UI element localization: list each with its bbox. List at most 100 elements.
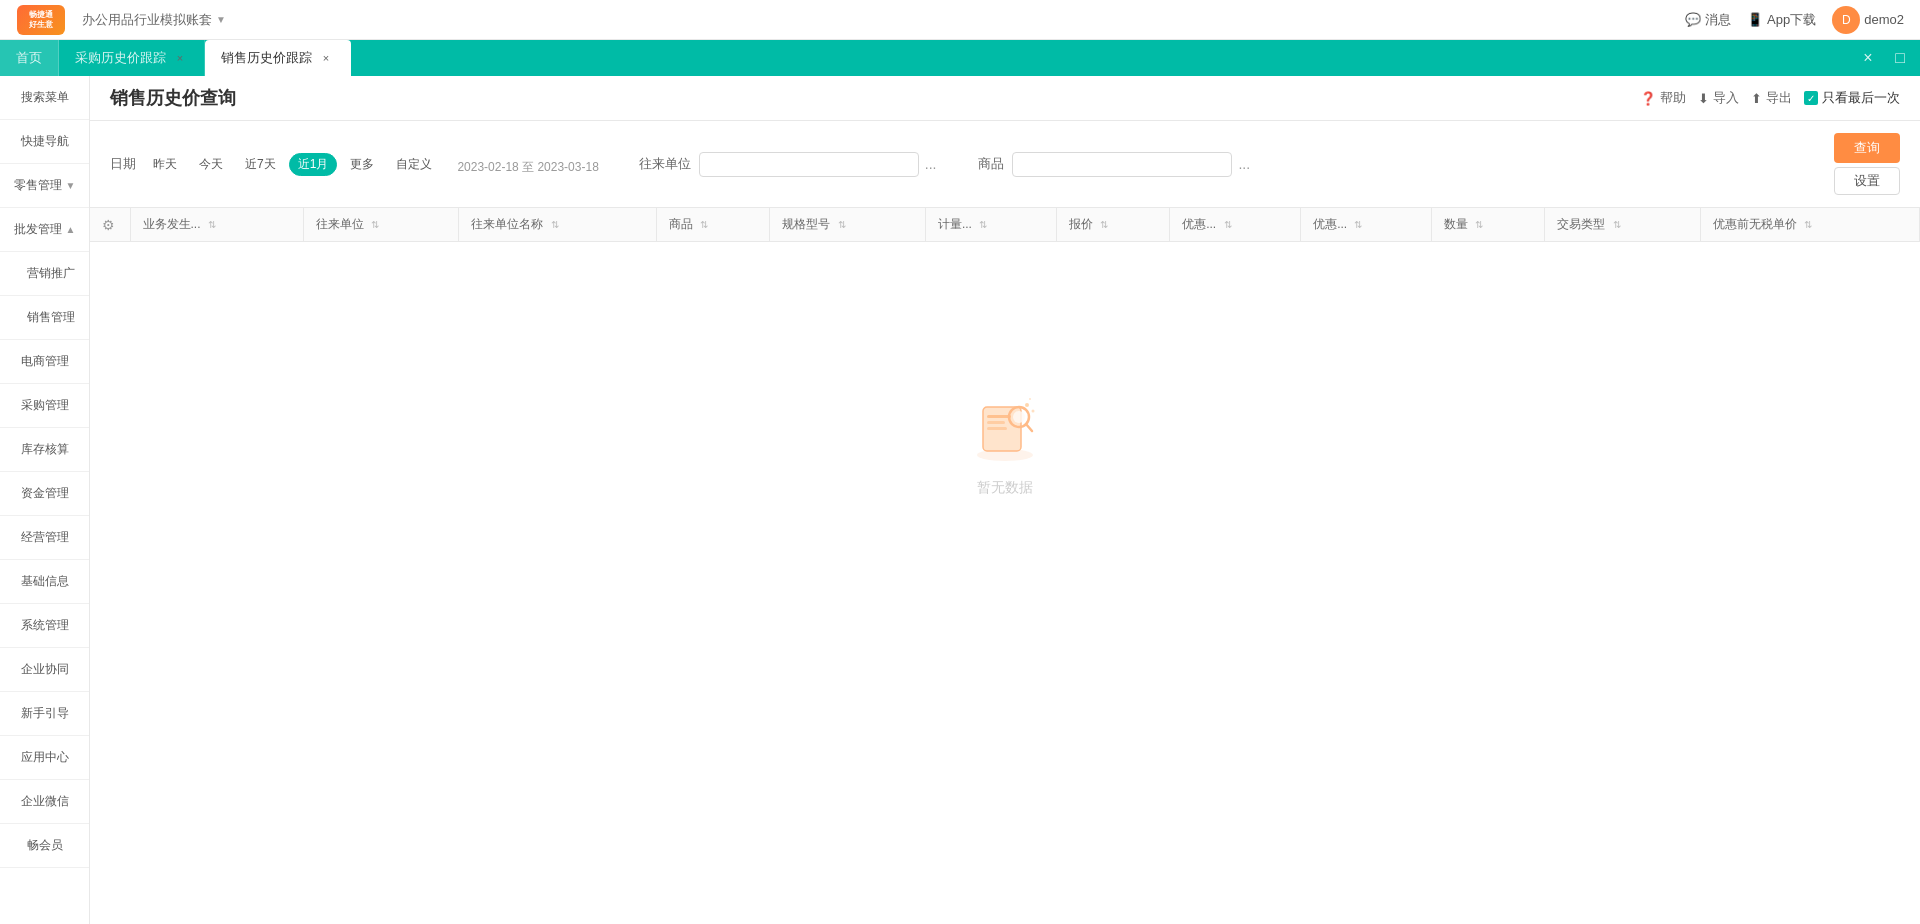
sort-icon[interactable]: ⇅ xyxy=(551,219,559,230)
partner-picker-button[interactable]: ... xyxy=(923,156,939,172)
app-download-button[interactable]: 📱 App下载 xyxy=(1747,11,1816,29)
tab-purchase-close-icon[interactable]: × xyxy=(172,50,188,66)
sidebar-item-purchase[interactable]: 采购管理 xyxy=(0,384,89,428)
export-label: 导出 xyxy=(1766,89,1792,107)
sort-icon[interactable]: ⇅ xyxy=(1613,219,1621,230)
message-button[interactable]: 💬 消息 xyxy=(1685,11,1731,29)
marketing-label: 营销推广 xyxy=(27,265,75,282)
app-logo: 畅捷通好生意 xyxy=(16,4,66,36)
settings-button[interactable]: 设置 xyxy=(1834,167,1900,195)
export-button[interactable]: ⬆ 导出 xyxy=(1751,89,1792,107)
sidebar-item-retail[interactable]: 零售管理 ▼ xyxy=(0,164,89,208)
date-tab-7days[interactable]: 近7天 xyxy=(236,153,285,176)
basic-info-label: 基础信息 xyxy=(21,573,69,590)
sort-icon[interactable]: ⇅ xyxy=(700,219,708,230)
th-discount1-label: 优惠... xyxy=(1182,217,1216,231)
sales-label: 销售管理 xyxy=(27,309,75,326)
finance-label: 资金管理 xyxy=(21,485,69,502)
sidebar-item-app-center[interactable]: 应用中心 xyxy=(0,736,89,780)
filter-area: 日期 昨天 今天 近7天 近1月 更多 自定义 2023-02-18 至 202… xyxy=(90,121,1920,208)
tab-home[interactable]: 首页 xyxy=(0,40,59,76)
sidebar-item-sales[interactable]: 销售管理 xyxy=(0,296,89,340)
sidebar-item-inventory[interactable]: 库存核算 xyxy=(0,428,89,472)
partner-input[interactable] xyxy=(699,152,919,177)
date-range-text: 2023-02-18 至 2023-03-18 xyxy=(457,159,598,176)
download-icon: 📱 xyxy=(1747,12,1763,27)
tab-purchase-history[interactable]: 采购历史价跟踪 × xyxy=(59,40,205,76)
message-icon: 💬 xyxy=(1685,12,1701,27)
th-no-tax-price: 优惠前无税单价 ⇅ xyxy=(1700,208,1919,242)
member-label: 畅会员 xyxy=(27,837,63,854)
th-spec: 规格型号 ⇅ xyxy=(770,208,926,242)
th-unit: 计量... ⇅ xyxy=(925,208,1056,242)
th-no-tax-price-label: 优惠前无税单价 xyxy=(1713,217,1797,231)
data-table: ⚙ 业务发生... ⇅ 往来单位 ⇅ 往来单位名称 xyxy=(90,208,1920,642)
svg-point-6 xyxy=(1013,411,1025,423)
sort-icon[interactable]: ⇅ xyxy=(1475,219,1483,230)
table-settings-icon[interactable]: ⚙ xyxy=(102,217,115,233)
sort-icon[interactable]: ⇅ xyxy=(1224,219,1232,230)
svg-point-10 xyxy=(1029,398,1031,400)
inventory-label: 库存核算 xyxy=(21,441,69,458)
sort-icon[interactable]: ⇅ xyxy=(979,219,987,230)
user-profile-button[interactable]: D demo2 xyxy=(1832,6,1904,34)
window-maximize-button[interactable]: □ xyxy=(1888,46,1912,70)
sidebar-item-finance[interactable]: 资金管理 xyxy=(0,472,89,516)
sidebar-item-system[interactable]: 系统管理 xyxy=(0,604,89,648)
th-quote-label: 报价 xyxy=(1069,217,1093,231)
goods-filter-label: 商品 xyxy=(978,155,1004,173)
import-icon: ⬇ xyxy=(1698,91,1709,106)
sort-icon[interactable]: ⇅ xyxy=(1100,219,1108,230)
sidebar-item-marketing[interactable]: 营销推广 xyxy=(0,252,89,296)
retail-chevron-down-icon: ▼ xyxy=(66,180,76,191)
page-title-bar: 销售历史价查询 ❓ 帮助 ⬇ 导入 ⬆ 导出 xyxy=(90,76,1920,121)
sort-icon[interactable]: ⇅ xyxy=(838,219,846,230)
tab-sales-history[interactable]: 销售历史价跟踪 × xyxy=(205,40,351,76)
date-tab-1month[interactable]: 近1月 xyxy=(289,153,338,176)
date-tab-more[interactable]: 更多 xyxy=(341,153,383,176)
sidebar-item-ecommerce[interactable]: 电商管理 xyxy=(0,340,89,384)
goods-picker-button[interactable]: ... xyxy=(1236,156,1252,172)
sort-icon[interactable]: ⇅ xyxy=(1804,219,1812,230)
sidebar-item-wholesale[interactable]: 批发管理 ▲ xyxy=(0,208,89,252)
message-label: 消息 xyxy=(1705,11,1731,29)
tab-purchase-history-label: 采购历史价跟踪 xyxy=(75,49,166,67)
tab-home-label: 首页 xyxy=(16,49,42,67)
avatar: D xyxy=(1832,6,1860,34)
sidebar-item-enterprise-wechat[interactable]: 企业微信 xyxy=(0,780,89,824)
svg-point-8 xyxy=(1025,403,1029,407)
svg-point-9 xyxy=(1031,410,1034,413)
workspace-selector[interactable]: 办公用品行业模拟账套 ▼ xyxy=(74,9,234,31)
date-tab-today[interactable]: 今天 xyxy=(190,153,232,176)
export-icon: ⬆ xyxy=(1751,91,1762,106)
sidebar-item-search-menu[interactable]: 搜索菜单 xyxy=(0,76,89,120)
only-last-checkbox-label[interactable]: 只看最后一次 xyxy=(1804,89,1900,107)
sidebar-item-enterprise-collab[interactable]: 企业协同 xyxy=(0,648,89,692)
date-tab-custom[interactable]: 自定义 xyxy=(387,153,441,176)
sidebar-item-member[interactable]: 畅会员 xyxy=(0,824,89,868)
window-close-button[interactable]: × xyxy=(1856,46,1880,70)
th-quote: 报价 ⇅ xyxy=(1056,208,1169,242)
sidebar-item-quick-nav[interactable]: 快捷导航 xyxy=(0,120,89,164)
sort-icon[interactable]: ⇅ xyxy=(371,219,379,230)
th-partner-name-label: 往来单位名称 xyxy=(471,217,543,231)
sidebar-item-operations[interactable]: 经营管理 xyxy=(0,516,89,560)
sort-icon[interactable]: ⇅ xyxy=(1354,219,1362,230)
sidebar-item-basic-info[interactable]: 基础信息 xyxy=(0,560,89,604)
import-label: 导入 xyxy=(1713,89,1739,107)
sort-icon[interactable]: ⇅ xyxy=(208,219,216,230)
only-last-checkbox[interactable] xyxy=(1804,91,1818,105)
goods-input[interactable] xyxy=(1012,152,1232,177)
query-button[interactable]: 查询 xyxy=(1834,133,1900,163)
svg-rect-3 xyxy=(987,421,1005,424)
tab-sales-close-icon[interactable]: × xyxy=(318,50,334,66)
wholesale-chevron-up-icon: ▲ xyxy=(66,224,76,235)
th-qty: 数量 ⇅ xyxy=(1432,208,1545,242)
sidebar-item-beginner-guide[interactable]: 新手引导 xyxy=(0,692,89,736)
th-partner-code: 往来单位 ⇅ xyxy=(303,208,459,242)
import-button[interactable]: ⬇ 导入 xyxy=(1698,89,1739,107)
th-discount1: 优惠... ⇅ xyxy=(1170,208,1301,242)
date-tab-yesterday[interactable]: 昨天 xyxy=(144,153,186,176)
help-button[interactable]: ❓ 帮助 xyxy=(1640,89,1686,107)
empty-text: 暂无数据 xyxy=(977,479,1033,497)
